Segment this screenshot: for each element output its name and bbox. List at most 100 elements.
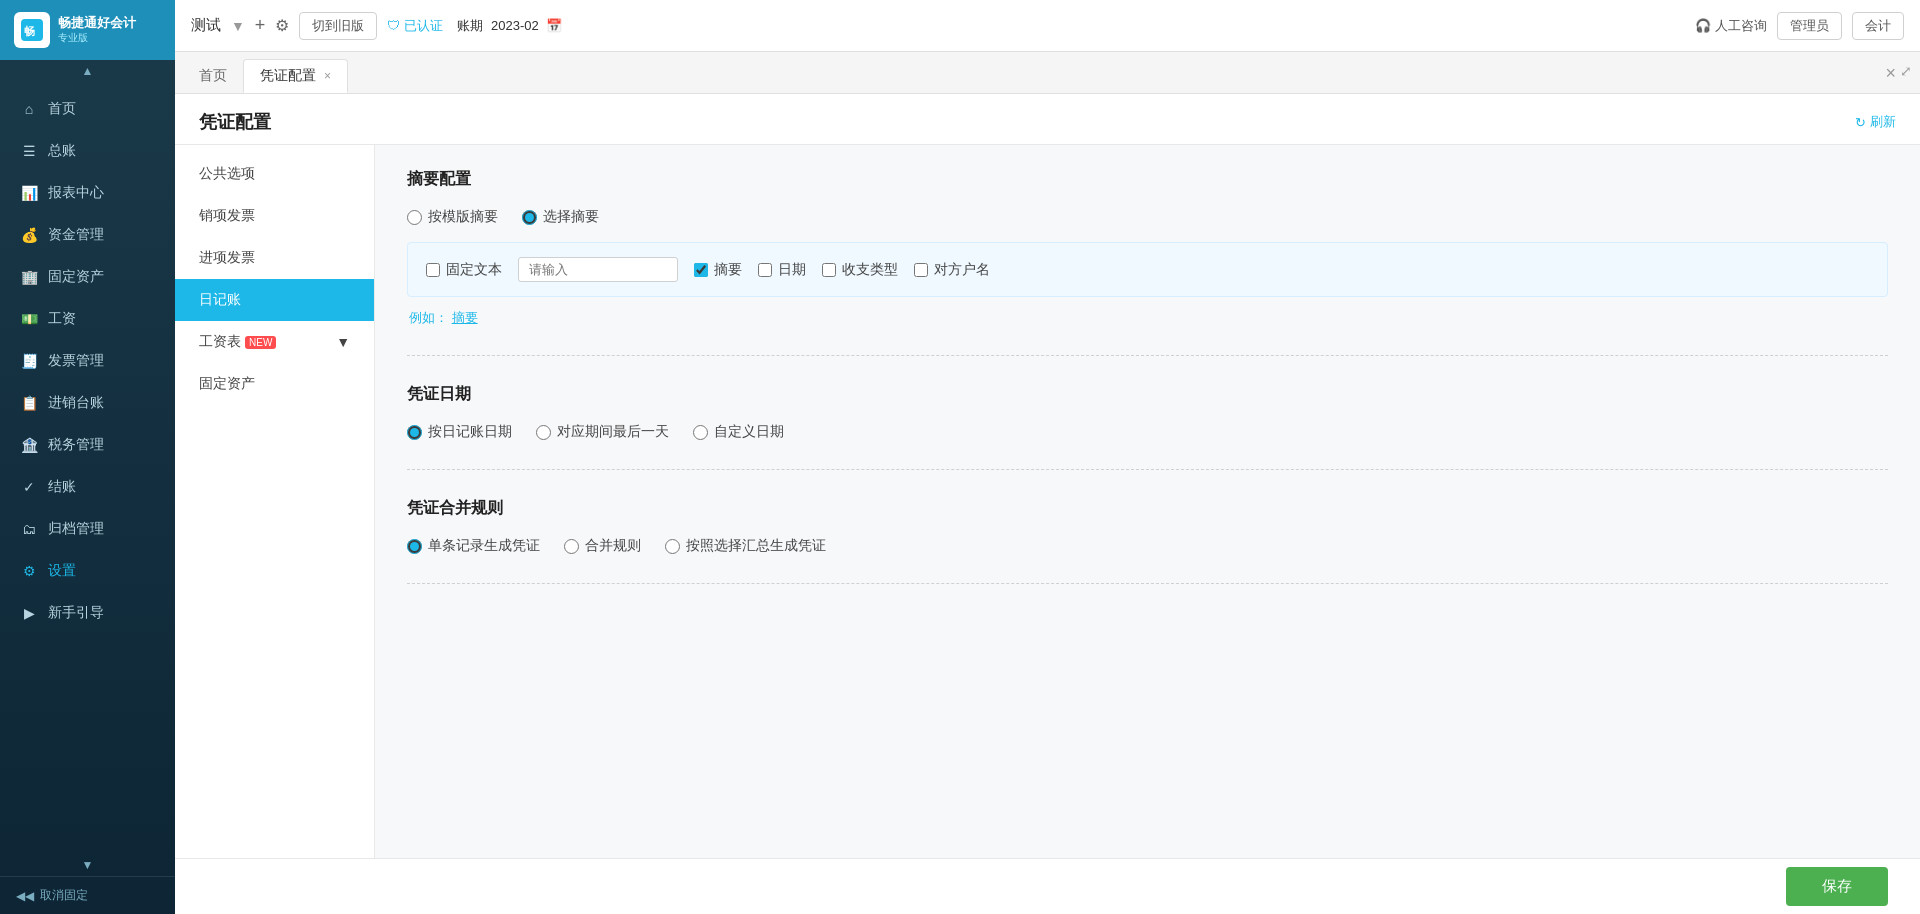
fixed-text-checkbox-label[interactable]: 固定文本 <box>426 261 502 279</box>
radio-period-last[interactable]: 对应期间最后一天 <box>536 423 669 441</box>
sidebar-item-invoice[interactable]: 🧾 发票管理 <box>0 340 175 382</box>
left-nav: 公共选项 销项发票 进项发票 日记账 工资表 NEW ▼ 固定资产 <box>175 145 375 914</box>
summary-radio-group: 按模版摘要 选择摘要 <box>407 208 1888 226</box>
radio-select-summary[interactable]: 选择摘要 <box>522 208 599 226</box>
save-button[interactable]: 保存 <box>1786 867 1888 906</box>
radio-custom-date[interactable]: 自定义日期 <box>693 423 784 441</box>
sidebar-item-settings[interactable]: ⚙ 设置 <box>0 550 175 592</box>
company-name: 测试 <box>191 16 221 35</box>
tabbar: 首页 凭证配置 × × ⤢ <box>175 52 1920 94</box>
close-window-icon[interactable]: × <box>1885 62 1896 83</box>
radio-merge-rule-input[interactable] <box>564 539 579 554</box>
sidebar-item-asset[interactable]: 🏢 固定资产 <box>0 256 175 298</box>
left-nav-sales-invoice[interactable]: 销项发票 <box>175 195 374 237</box>
tab-close-icon[interactable]: × <box>324 69 331 83</box>
left-nav-public[interactable]: 公共选项 <box>175 153 374 195</box>
fullscreen-icon[interactable]: ⤢ <box>1900 62 1912 83</box>
sidebar-item-tax[interactable]: 🏦 税务管理 <box>0 424 175 466</box>
left-nav-payroll-label: 工资表 <box>199 333 241 351</box>
fixed-text-input[interactable] <box>518 257 678 282</box>
summary-section-title: 摘要配置 <box>407 169 1888 190</box>
sidebar-fund-label: 资金管理 <box>48 226 104 244</box>
radio-merge-label: 合并规则 <box>585 537 641 555</box>
company-dropdown-icon[interactable]: ▼ <box>231 18 245 34</box>
radio-select-summary-gen[interactable]: 按照选择汇总生成凭证 <box>665 537 826 555</box>
main-content: 凭证配置 ↻ 刷新 公共选项 销项发票 进项发票 日记账 工资表 NEW ▼ <box>175 94 1920 914</box>
sidebar-trade-label: 进销台账 <box>48 394 104 412</box>
left-nav-fixed-asset[interactable]: 固定资产 <box>175 363 374 405</box>
summary-checkbox[interactable] <box>694 263 708 277</box>
calendar-icon[interactable]: 📅 <box>546 18 562 33</box>
example-label: 例如： <box>409 310 448 325</box>
sidebar-item-guide[interactable]: ▶ 新手引导 <box>0 592 175 634</box>
sidebar-item-salary[interactable]: 💵 工资 <box>0 298 175 340</box>
sidebar-scroll-down[interactable]: ▼ <box>0 854 175 876</box>
consult-btn[interactable]: 🎧 人工咨询 <box>1695 17 1767 35</box>
tax-icon: 🏦 <box>20 436 38 454</box>
radio-single-record-input[interactable] <box>407 539 422 554</box>
radio-select-summary-gen-label: 按照选择汇总生成凭证 <box>686 537 826 555</box>
tab-expand-controls: × ⤢ <box>1885 62 1912 83</box>
switch-old-btn[interactable]: 切到旧版 <box>299 12 377 40</box>
radio-template-summary[interactable]: 按模版摘要 <box>407 208 498 226</box>
period-info: 账期 2023-02 📅 <box>453 17 562 35</box>
sidebar-guide-label: 新手引导 <box>48 604 104 622</box>
income-type-checkbox[interactable] <box>822 263 836 277</box>
radio-single-record[interactable]: 单条记录生成凭证 <box>407 537 540 555</box>
shield-icon: 🛡 <box>387 18 400 33</box>
new-badge: NEW <box>245 336 276 349</box>
example-text: 例如： 摘要 <box>407 309 1888 327</box>
tab-voucher-config[interactable]: 凭证配置 × <box>243 59 348 93</box>
left-nav-purchase-invoice[interactable]: 进项发票 <box>175 237 374 279</box>
settings-icon-topbar[interactable]: ⚙ <box>275 16 289 35</box>
sidebar-item-close[interactable]: ✓ 结账 <box>0 466 175 508</box>
sidebar-item-home[interactable]: ⌂ 首页 <box>0 88 175 130</box>
sidebar-scroll-up[interactable]: ▲ <box>0 60 175 82</box>
date-section-title: 凭证日期 <box>407 384 1888 405</box>
admin-btn[interactable]: 管理员 <box>1777 12 1842 40</box>
income-type-checkbox-label[interactable]: 收支类型 <box>822 261 898 279</box>
counterpart-checkbox[interactable] <box>914 263 928 277</box>
left-nav-payroll[interactable]: 工资表 NEW ▼ <box>175 321 374 363</box>
left-nav-journal-label: 日记账 <box>199 291 241 309</box>
trade-icon: 📋 <box>20 394 38 412</box>
sidebar-item-fund[interactable]: 💰 资金管理 <box>0 214 175 256</box>
date-checkbox[interactable] <box>758 263 772 277</box>
left-nav-journal[interactable]: 日记账 <box>175 279 374 321</box>
counterpart-checkbox-label[interactable]: 对方户名 <box>914 261 990 279</box>
radio-merge-rule[interactable]: 合并规则 <box>564 537 641 555</box>
left-nav-purchase-label: 进项发票 <box>199 249 255 267</box>
sidebar: 畅 畅捷通好会计 专业版 ▲ ⌂ 首页 ☰ 总账 📊 报表中心 💰 资金管理 🏢… <box>0 0 175 914</box>
sidebar-item-archive[interactable]: 🗂 归档管理 <box>0 508 175 550</box>
refresh-btn[interactable]: ↻ 刷新 <box>1855 113 1896 131</box>
role-btn[interactable]: 会计 <box>1852 12 1904 40</box>
radio-period-last-input[interactable] <box>536 425 551 440</box>
merge-section-title: 凭证合并规则 <box>407 498 1888 519</box>
summary-checkbox-label[interactable]: 摘要 <box>694 261 742 279</box>
left-nav-public-label: 公共选项 <box>199 165 255 183</box>
date-checkbox-label[interactable]: 日期 <box>758 261 806 279</box>
sidebar-item-ledger[interactable]: ☰ 总账 <box>0 130 175 172</box>
payroll-expand-icon: ▼ <box>336 334 350 350</box>
tab-home[interactable]: 首页 <box>183 59 243 93</box>
add-button[interactable]: + <box>255 15 266 36</box>
ledger-icon: ☰ <box>20 142 38 160</box>
radio-custom-date-input[interactable] <box>693 425 708 440</box>
sidebar-archive-label: 归档管理 <box>48 520 104 538</box>
fund-icon: 💰 <box>20 226 38 244</box>
radio-journal-date-label: 按日记账日期 <box>428 423 512 441</box>
tab-home-label: 首页 <box>199 67 227 85</box>
radio-template-summary-input[interactable] <box>407 210 422 225</box>
radio-select-summary-input[interactable] <box>522 210 537 225</box>
sidebar-unpin[interactable]: ◀◀ 取消固定 <box>0 876 175 914</box>
radio-journal-date[interactable]: 按日记账日期 <box>407 423 512 441</box>
income-type-label: 收支类型 <box>842 261 898 279</box>
divider-3 <box>407 583 1888 584</box>
sidebar-item-trade[interactable]: 📋 进销台账 <box>0 382 175 424</box>
fixed-text-checkbox[interactable] <box>426 263 440 277</box>
radio-journal-date-input[interactable] <box>407 425 422 440</box>
archive-icon: 🗂 <box>20 520 38 538</box>
sidebar-item-report[interactable]: 📊 报表中心 <box>0 172 175 214</box>
unpin-label: 取消固定 <box>40 887 88 904</box>
radio-select-summary-gen-input[interactable] <box>665 539 680 554</box>
